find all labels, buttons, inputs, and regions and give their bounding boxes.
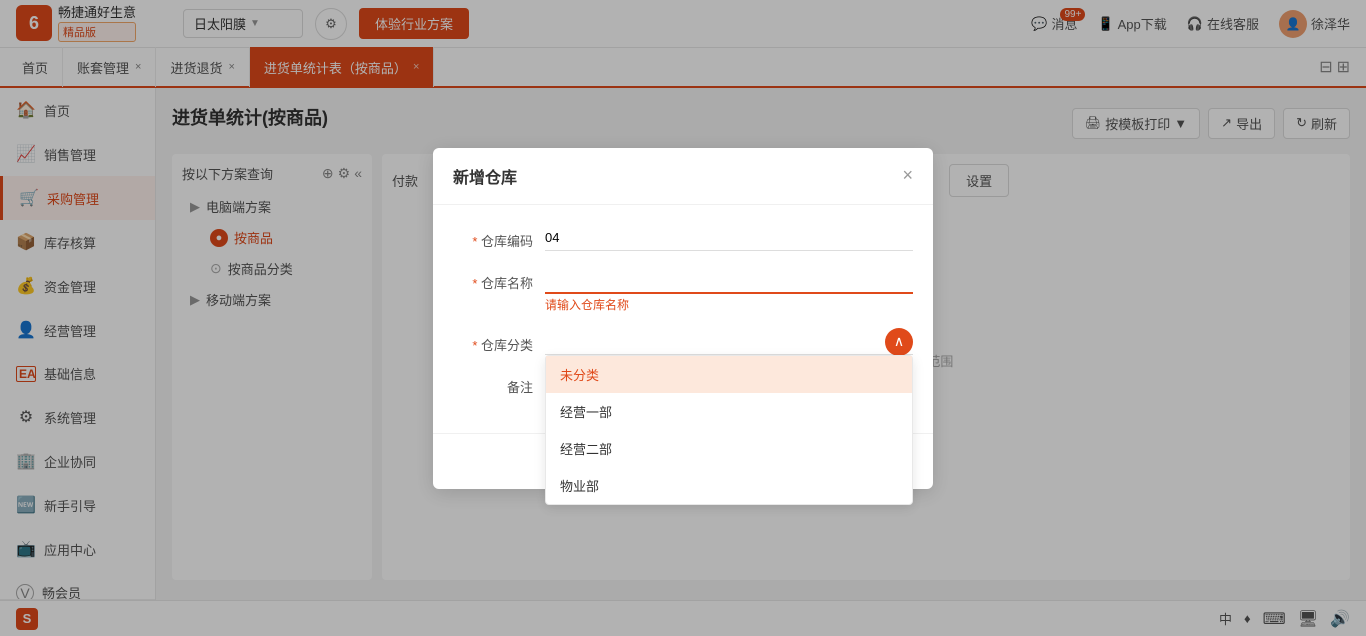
dropdown-item-dept1[interactable]: 经营一部 (546, 393, 912, 430)
add-warehouse-modal: 新增仓库 × 仓库编码 仓库名称 请输入仓库名称 仓库分类 (433, 148, 933, 489)
modal-header: 新增仓库 × (433, 148, 933, 205)
name-error: 请输入仓库名称 (545, 296, 913, 313)
name-input[interactable] (545, 267, 913, 294)
dropdown-item-dept2[interactable]: 经营二部 (546, 430, 912, 467)
modal-close-button[interactable]: × (902, 165, 913, 186)
modal-title: 新增仓库 (453, 164, 517, 188)
modal-overlay: 新增仓库 × 仓库编码 仓库名称 请输入仓库名称 仓库分类 (0, 0, 1366, 636)
remark-label: 备注 (453, 371, 533, 396)
name-label: 仓库名称 (453, 267, 533, 292)
code-wrapper (545, 225, 913, 251)
category-arrow-icon[interactable]: ∧ (885, 328, 913, 356)
name-wrapper: 请输入仓库名称 (545, 267, 913, 313)
code-input[interactable] (545, 225, 913, 251)
code-label: 仓库编码 (453, 225, 533, 250)
field-row-name: 仓库名称 请输入仓库名称 (453, 267, 913, 313)
category-dropdown: 未分类 经营一部 经营二部 物业部 (545, 355, 913, 505)
dropdown-item-uncategorized[interactable]: 未分类 (546, 356, 912, 393)
category-label: 仓库分类 (453, 329, 533, 354)
field-row-category: 仓库分类 ∧ 未分类 经营一部 经营二部 物业部 (453, 329, 913, 355)
category-input[interactable] (545, 329, 913, 355)
field-row-code: 仓库编码 (453, 225, 913, 251)
dropdown-item-dept3[interactable]: 物业部 (546, 467, 912, 504)
category-wrapper: ∧ 未分类 经营一部 经营二部 物业部 (545, 329, 913, 355)
modal-body: 仓库编码 仓库名称 请输入仓库名称 仓库分类 ∧ (433, 205, 933, 433)
